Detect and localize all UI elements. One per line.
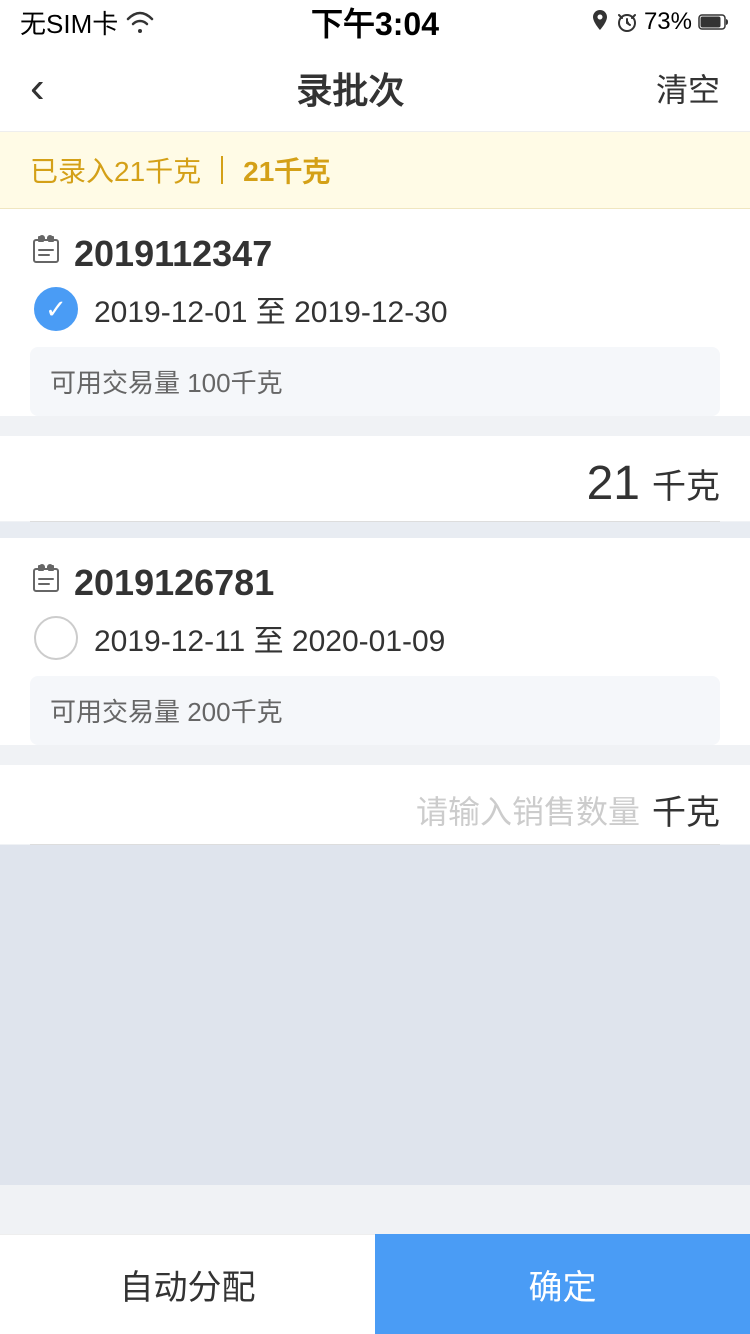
back-button[interactable]: ‹ xyxy=(30,63,45,113)
auto-distribute-button[interactable]: 自动分配 xyxy=(0,1234,375,1334)
input-placeholder: 请输入销售数量 xyxy=(416,787,640,833)
batch-1-avail-text: 可用交易量 100千克 xyxy=(50,368,283,398)
batch-item-2: 2019126781 2019-12-11 至 2020-01-09 可用交易量… xyxy=(0,538,750,745)
no-sim-text: 无SIM卡 xyxy=(20,4,118,41)
batch-1-date: 2019-12-01 至 2019-12-30 xyxy=(94,287,448,331)
auto-distribute-label: 自动分配 xyxy=(120,1260,256,1309)
input-unit: 千克 xyxy=(652,785,720,834)
status-right: 73% xyxy=(590,8,730,36)
batch-2-avail-box: 可用交易量 200千克 xyxy=(30,676,720,745)
gray-area xyxy=(0,845,750,1185)
recorded-label: 已录入21千克 xyxy=(30,150,201,190)
status-left: 无SIM卡 xyxy=(20,4,154,41)
battery-text: 73% xyxy=(644,8,692,36)
batch-1-id: 2019112347 xyxy=(74,233,272,275)
batch-2-icon xyxy=(30,563,62,603)
batch-2-date: 2019-12-11 至 2020-01-09 xyxy=(94,616,445,660)
batch-2-input-row: 请输入销售数量 千克 xyxy=(0,765,750,844)
batch-1-icon xyxy=(30,234,62,274)
batch-2-id: 2019126781 xyxy=(74,562,274,604)
batch-1-header: 2019112347 xyxy=(30,233,720,275)
check-mark: ✓ xyxy=(45,294,67,325)
section-divider xyxy=(0,522,750,538)
batch-item-1: 2019112347 ✓ 2019-12-01 至 2019-12-30 可用交… xyxy=(0,209,750,416)
confirm-button[interactable]: 确定 xyxy=(375,1234,750,1334)
batch-1-avail-box: 可用交易量 100千克 xyxy=(30,347,720,416)
info-banner: 已录入21千克 21千克 xyxy=(0,132,750,209)
status-bar: 无SIM卡 下午3:04 73% xyxy=(0,0,750,44)
batch-1-date-row[interactable]: ✓ 2019-12-01 至 2019-12-30 xyxy=(30,287,720,331)
batch-1-radio[interactable]: ✓ xyxy=(34,287,78,331)
wifi-icon xyxy=(126,11,154,33)
quantity-unit: 千克 xyxy=(652,459,720,508)
batch-2-header: 2019126781 xyxy=(30,562,720,604)
alarm-icon xyxy=(616,11,638,33)
batch-2-avail-text: 可用交易量 200千克 xyxy=(50,697,283,727)
status-time: 下午3:04 xyxy=(311,0,439,45)
bottom-bar: 自动分配 确定 xyxy=(0,1234,750,1334)
battery-icon xyxy=(698,13,730,31)
confirm-label: 确定 xyxy=(529,1260,597,1309)
banner-divider xyxy=(221,156,223,184)
page-title: 录批次 xyxy=(296,62,404,114)
nav-bar: ‹ 录批次 清空 xyxy=(0,44,750,132)
clear-button[interactable]: 清空 xyxy=(656,65,720,111)
batch-1-quantity-row: 21 千克 xyxy=(0,436,750,521)
quantity-value[interactable]: 21 xyxy=(587,456,640,511)
recorded-value: 21千克 xyxy=(243,150,330,190)
batch-2-radio[interactable] xyxy=(34,616,78,660)
location-icon xyxy=(590,10,610,34)
batch-2-date-row[interactable]: 2019-12-11 至 2020-01-09 xyxy=(30,616,720,660)
